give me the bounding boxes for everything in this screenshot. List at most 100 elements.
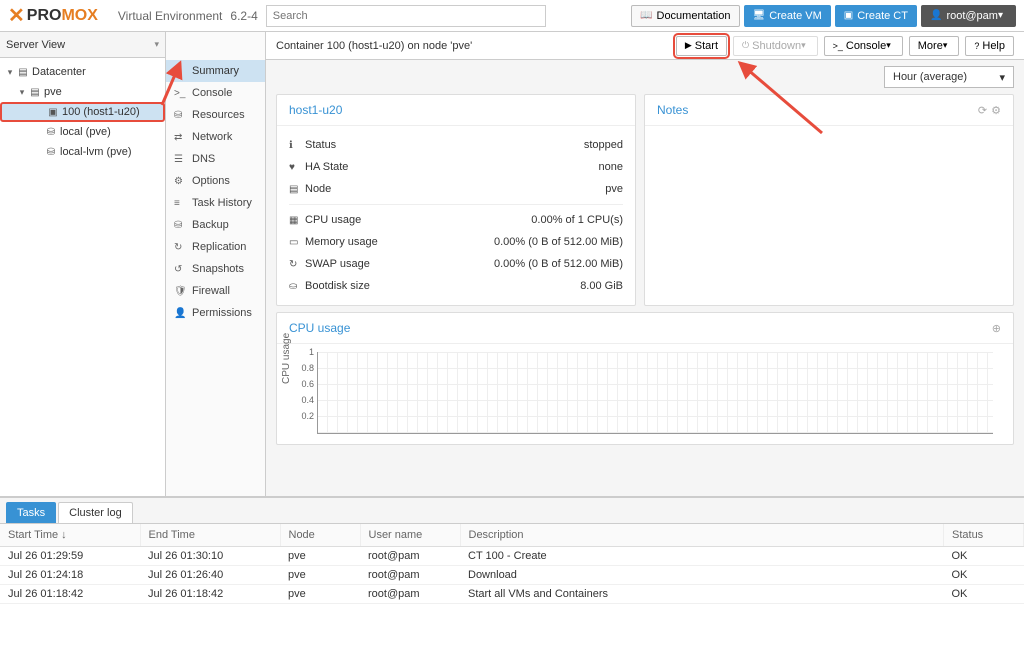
subnav-label: Replication [192,241,246,253]
documentation-button[interactable]: 📖Documentation [631,5,739,27]
info-row: ♥HA Statenone [289,156,623,178]
subnav-item[interactable]: ≣Summary [166,60,265,82]
nav-icon: ↺ [174,264,188,275]
notes-body[interactable] [645,126,1013,276]
shutdown-button[interactable]: ⏻Shutdown ▾ [733,36,818,56]
tree-item-label: local-lvm (pve) [60,146,132,158]
log-cell: Jul 26 01:29:59 [0,546,140,565]
subnav-label: Snapshots [192,263,244,275]
nav-icon: ↻ [174,242,188,253]
log-cell: root@pam [360,565,460,584]
log-tab[interactable]: Cluster log [58,502,133,523]
subnav-item[interactable]: ⛁Backup [166,214,265,236]
more-button[interactable]: More ▾ [909,36,960,56]
start-button[interactable]: ▶Start [676,36,727,56]
tree-item[interactable]: ▾▤Datacenter [0,62,165,82]
brand-part2: MOX [61,7,97,25]
log-tab[interactable]: Tasks [6,502,56,523]
info-value: 0.00% of 1 CPU(s) [531,214,623,226]
ytick-label: 0.4 [294,395,314,405]
user-icon: 👤 [930,10,942,21]
subnav-item[interactable]: ⚙Options [166,170,265,192]
expand-icon[interactable]: ⊕ [992,322,1001,335]
info-value: stopped [584,139,623,151]
chevron-down-icon: ▾ [998,10,1003,21]
subnav-item[interactable]: >_Console [166,82,265,104]
help-button[interactable]: ?Help [965,36,1014,56]
ytick-label: 0.8 [294,363,314,373]
monitor-icon: 🖥 [753,10,766,21]
user-menu-button[interactable]: 👤root@pam ▾ [921,5,1016,27]
subnav-item[interactable]: 👤Permissions [166,302,265,324]
nav-icon: ⛁ [174,110,188,121]
info-key: Bootdisk size [305,280,580,292]
tree-item[interactable]: ⛁local-lvm (pve) [0,142,165,162]
refresh-icon[interactable]: ⟳ [978,104,987,117]
info-row: ℹStatusstopped [289,134,623,156]
chart-ylabel: CPU usage [281,333,292,384]
log-cell: OK [944,584,1024,603]
search-input[interactable] [266,5,546,27]
app-header: ✕ PRO MOX Virtual Environment 6.2-4 📖Doc… [0,0,1024,32]
tree-item[interactable]: ▾▤pve [0,82,165,102]
container-subnav: ≣Summary>_Console ⛁ Resources ⇄Network☰DNS⚙… [166,32,266,496]
log-cell: CT 100 - Create [460,546,944,565]
nav-icon: >_ [174,88,188,99]
create-vm-button[interactable]: 🖥Create VM [744,5,831,27]
log-row[interactable]: Jul 26 01:29:59Jul 26 01:30:10pveroot@pa… [0,546,1024,565]
info-key: HA State [305,161,599,173]
nav-icon: ≣ [174,66,188,77]
subnav-item[interactable]: ↺ Snapshots [166,258,265,280]
chevron-down-icon: ▾ [801,40,806,51]
log-cell: Jul 26 01:18:42 [140,584,280,603]
log-cell: OK [944,546,1024,565]
info-value: 8.00 GiB [580,280,623,292]
subnav-item[interactable]: 🛡Firewall [166,280,265,302]
chart-area: 10.80.60.40.2 [317,352,993,434]
subnav-item[interactable]: ⛁ Resources [166,104,265,126]
subnav-item[interactable]: ↻ Replication [166,236,265,258]
subnav-item[interactable]: ☰DNS [166,148,265,170]
play-icon: ▶ [685,40,692,51]
info-value: none [599,161,623,173]
time-range-select[interactable]: Hour (average) ▾ [884,66,1014,88]
notes-title: Notes [657,103,688,117]
create-ct-button[interactable]: ▣Create CT [835,5,917,27]
nav-icon: 👤 [174,308,188,319]
tree-item-label: Datacenter [32,66,86,78]
info-row: ▤Nodepve [289,178,623,200]
task-log-panel: TasksCluster log Start Time ↓End TimeNod… [0,496,1024,656]
tree-item[interactable]: ▣100 (host1-u20) [0,102,165,122]
gear-icon[interactable]: ⚙ [991,104,1001,117]
log-column-header[interactable]: Status [944,524,1024,546]
row-icon: ↻ [289,259,305,270]
tree-item[interactable]: ⛁local (pve) [0,122,165,142]
content-panel: Container 100 (host1-u20) on node 'pve' … [266,32,1024,496]
power-icon: ⏻ [742,40,749,51]
log-column-header[interactable]: Node [280,524,360,546]
tree-item-label: pve [44,86,62,98]
version-label: 6.2-4 [230,9,257,23]
log-column-header[interactable]: End Time [140,524,280,546]
log-row[interactable]: Jul 26 01:18:42Jul 26 01:18:42pveroot@pa… [0,584,1024,603]
subnav-item[interactable]: ≡Task History [166,192,265,214]
subnav-item[interactable]: ⇄Network [166,126,265,148]
ytick-label: 0.6 [294,379,314,389]
log-cell: Download [460,565,944,584]
chevron-down-icon: ▾ [154,39,159,50]
ytick-label: 1 [294,347,314,357]
log-cell: pve [280,565,360,584]
log-column-header[interactable]: Description [460,524,944,546]
log-column-header[interactable]: Start Time ↓ [0,524,140,546]
chevron-down-icon: ▾ [999,71,1005,84]
info-key: SWAP usage [305,258,494,270]
log-cell: Jul 26 01:30:10 [140,546,280,565]
log-column-header[interactable]: User name [360,524,460,546]
cpu-chart-panel: CPU usage ⊕ CPU usage 10.80.60.40.2 [276,312,1014,445]
subnav-label: Resources [192,109,245,121]
nav-icon: ⇄ [174,132,188,143]
tree-view-selector[interactable]: Server View ▾ [0,32,165,58]
log-row[interactable]: Jul 26 01:24:18Jul 26 01:26:40pveroot@pa… [0,565,1024,584]
nav-icon: 🛡 [174,286,188,297]
console-button[interactable]: >_Console ▾ [824,36,903,56]
